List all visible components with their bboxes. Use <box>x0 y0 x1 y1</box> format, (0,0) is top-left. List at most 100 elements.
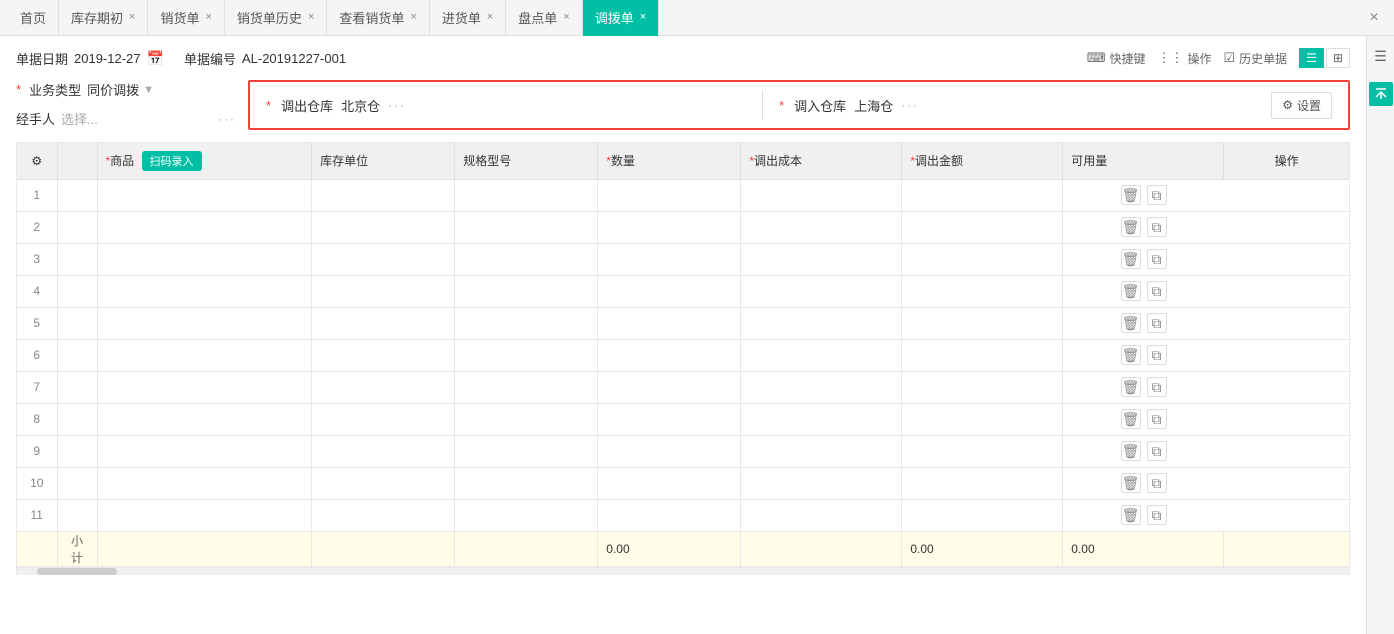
copy-row-1-button[interactable]: ⧉ <box>1147 185 1167 205</box>
tab-inventory-close[interactable]: × <box>563 12 569 23</box>
transfer-out-value[interactable]: 北京仓 <box>341 96 380 115</box>
row-num: 4 <box>17 275 57 307</box>
tab-sales-order-close[interactable]: × <box>205 12 211 23</box>
tab-inventory-init-close[interactable]: × <box>129 12 135 23</box>
sidebar-list-icon[interactable]: ☰ <box>1369 44 1393 68</box>
copy-row-8-button[interactable]: ⧉ <box>1147 409 1167 429</box>
operator-field: 经手人 选择... ··· <box>16 109 236 128</box>
transfer-in-value[interactable]: 上海仓 <box>854 96 893 115</box>
col-unit-header: 库存单位 <box>312 143 455 179</box>
operator-value[interactable]: 选择... <box>61 109 212 128</box>
doc-value: AL-20191227-001 <box>242 51 346 66</box>
tab-view-sales-close[interactable]: × <box>410 12 416 23</box>
horizontal-scrollbar[interactable] <box>17 567 1349 575</box>
list-view-button[interactable]: ☰ <box>1299 48 1324 68</box>
shortcut-label: 快捷键 <box>1109 50 1145 67</box>
operations-action[interactable]: ⋮⋮ 操作 <box>1157 50 1211 67</box>
tab-sales-history-close[interactable]: × <box>308 12 314 23</box>
total-row: 小计 0.00 0.00 0.00 <box>17 531 1349 566</box>
business-type-select[interactable]: 同价调拨 ▼ <box>87 80 236 99</box>
copy-row-5-button[interactable]: ⧉ <box>1147 313 1167 333</box>
grid-view-button[interactable]: ⊞ <box>1326 48 1350 68</box>
table-row: 2🗑⧉ <box>17 211 1349 243</box>
delete-row-1-button[interactable]: 🗑 <box>1121 185 1141 205</box>
tab-inventory-init[interactable]: 库存期初 × <box>59 0 148 36</box>
header-actions: ⌨ 快捷键 ⋮⋮ 操作 ☑ 历史单据 ☰ ⊞ <box>1087 48 1350 68</box>
transfer-out-label: 调出仓库 <box>281 96 333 115</box>
copy-row-7-button[interactable]: ⧉ <box>1147 377 1167 397</box>
tab-transfer-close[interactable]: × <box>640 12 646 23</box>
operator-more-icon[interactable]: ··· <box>218 112 236 126</box>
tab-bar: 首页 库存期初 × 销货单 × 销货单历史 × 查看销货单 × 进货单 × 盘点… <box>0 0 1394 36</box>
operations-icon: ⋮⋮ <box>1157 50 1183 66</box>
total-cost: 0.00 <box>902 531 1063 566</box>
delete-row-4-button[interactable]: 🗑 <box>1121 281 1141 301</box>
total-amount: 0.00 <box>1063 531 1224 566</box>
col-gear-header[interactable]: ⚙ <box>17 143 57 179</box>
copy-row-2-button[interactable]: ⧉ <box>1147 217 1167 237</box>
delete-row-2-button[interactable]: 🗑 <box>1121 217 1141 237</box>
table-container: ⚙ *商品 扫码录入 库存单位 规格型号 *数量 *调出成本 *调出金额 可用量… <box>16 142 1350 575</box>
copy-row-10-button[interactable]: ⧉ <box>1147 473 1167 493</box>
calendar-icon[interactable]: 📅 <box>147 50 164 67</box>
business-type-field: * 业务类型 同价调拨 ▼ <box>16 80 236 99</box>
gear-settings-icon[interactable]: ⚙ <box>31 154 42 168</box>
business-type-label: 业务类型 <box>29 80 81 99</box>
content-area: 单据日期 2019-12-27 📅 单据编号 AL-20191227-001 ⌨… <box>0 36 1394 587</box>
copy-row-11-button[interactable]: ⧉ <box>1147 505 1167 525</box>
tab-transfer[interactable]: 调拨单 × <box>583 0 659 36</box>
transfer-out-more-icon[interactable]: ··· <box>388 98 406 112</box>
header-row: 单据日期 2019-12-27 📅 单据编号 AL-20191227-001 ⌨… <box>16 48 1350 68</box>
col-spec-header: 规格型号 <box>455 143 598 179</box>
delete-row-9-button[interactable]: 🗑 <box>1121 441 1141 461</box>
table-row: 9🗑⧉ <box>17 435 1349 467</box>
tab-sales-order[interactable]: 销货单 × <box>148 0 224 36</box>
settings-button[interactable]: ⚙ 设置 <box>1271 92 1332 119</box>
sidebar-export-icon[interactable] <box>1369 82 1393 106</box>
delete-row-11-button[interactable]: 🗑 <box>1121 505 1141 525</box>
date-label: 单据日期 <box>16 49 68 68</box>
row-num: 1 <box>17 179 57 211</box>
delete-row-6-button[interactable]: 🗑 <box>1121 345 1141 365</box>
tab-transfer-label: 调拨单 <box>595 8 634 27</box>
tab-home-label: 首页 <box>20 8 46 27</box>
row-num: 10 <box>17 467 57 499</box>
col-actions-header: 操作 <box>1224 143 1349 179</box>
tab-purchase-label: 进货单 <box>442 8 481 27</box>
delete-row-8-button[interactable]: 🗑 <box>1121 409 1141 429</box>
close-all-tabs-button[interactable]: × <box>1362 6 1386 30</box>
transfer-out-required: * <box>266 98 271 113</box>
history-label: 历史单据 <box>1239 50 1287 67</box>
delete-row-7-button[interactable]: 🗑 <box>1121 377 1141 397</box>
transfer-in-more-icon[interactable]: ··· <box>901 98 919 112</box>
tab-sales-history[interactable]: 销货单历史 × <box>225 0 327 36</box>
table-row: 1 🗑 ⧉ <box>17 179 1349 211</box>
delete-row-5-button[interactable]: 🗑 <box>1121 313 1141 333</box>
table-row: 7🗑⧉ <box>17 371 1349 403</box>
copy-row-4-button[interactable]: ⧉ <box>1147 281 1167 301</box>
copy-row-6-button[interactable]: ⧉ <box>1147 345 1167 365</box>
history-icon: ☑ <box>1224 50 1236 66</box>
copy-row-3-button[interactable]: ⧉ <box>1147 249 1167 269</box>
history-action[interactable]: ☑ 历史单据 <box>1224 50 1288 67</box>
tab-inventory[interactable]: 盘点单 × <box>506 0 582 36</box>
delete-row-3-button[interactable]: 🗑 <box>1121 249 1141 269</box>
tab-purchase-close[interactable]: × <box>487 12 493 23</box>
delete-row-10-button[interactable]: 🗑 <box>1121 473 1141 493</box>
scan-btn[interactable]: 扫码录入 <box>142 151 202 171</box>
shortcut-action[interactable]: ⌨ 快捷键 <box>1087 50 1146 67</box>
table-row: 11🗑⧉ <box>17 499 1349 531</box>
business-type-dropdown-icon[interactable]: ▼ <box>143 84 154 96</box>
total-label: 小计 <box>57 531 97 566</box>
tab-inventory-init-label: 库存期初 <box>71 8 123 27</box>
col-amount-header: *调出金额 <box>902 143 1063 179</box>
scrollbar-thumb[interactable] <box>37 568 117 575</box>
copy-row-9-button[interactable]: ⧉ <box>1147 441 1167 461</box>
business-type-value: 同价调拨 <box>87 80 139 99</box>
tab-view-sales[interactable]: 查看销货单 × <box>327 0 429 36</box>
table-row: 10 🗑 ⧉ <box>17 467 1349 499</box>
row-num: 6 <box>17 339 57 371</box>
tab-purchase[interactable]: 进货单 × <box>430 0 506 36</box>
col-qty-header: *数量 <box>598 143 741 179</box>
tab-home[interactable]: 首页 <box>8 0 59 36</box>
